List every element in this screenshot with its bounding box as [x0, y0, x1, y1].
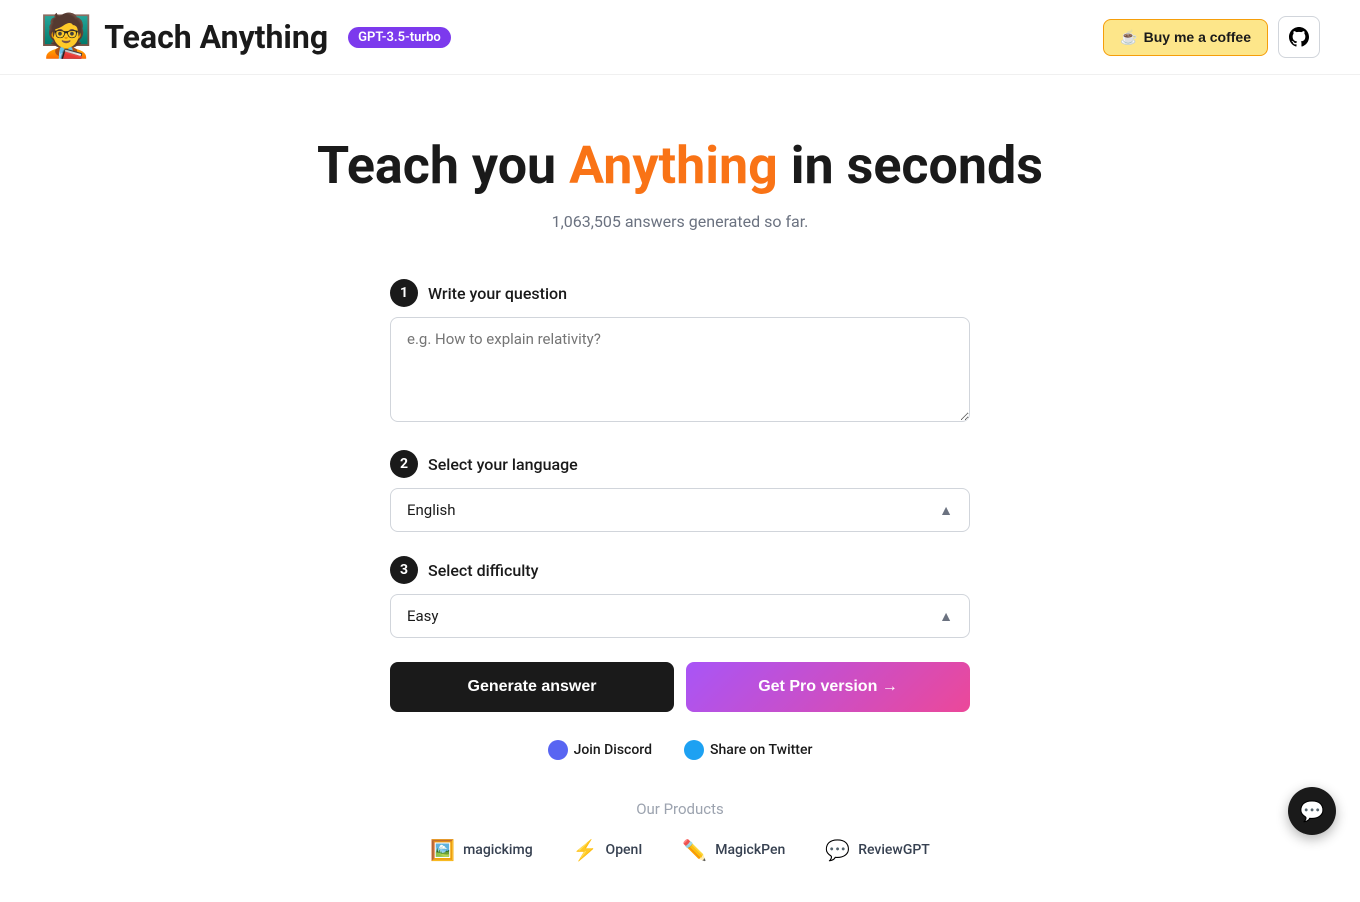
chevron-up-icon-2: ▲	[939, 608, 953, 625]
logo-emoji: 🧑‍🏫	[40, 16, 92, 58]
product-openl[interactable]: ⚡ OpenI	[573, 838, 643, 862]
discord-link[interactable]: Join Discord	[548, 740, 652, 760]
chevron-up-icon: ▲	[939, 502, 953, 519]
step1-number: 1	[390, 279, 418, 307]
step2: 2 Select your language English ▲	[390, 450, 970, 532]
difficulty-value: Easy	[407, 607, 439, 625]
discord-label: Join Discord	[574, 742, 652, 758]
subtitle: 1,063,505 answers generated so far.	[552, 212, 809, 231]
magickpen-emoji: ✏️	[682, 838, 707, 862]
openl-emoji: ⚡	[573, 838, 598, 862]
header-left: 🧑‍🏫 Teach Anything GPT-3.5-turbo	[40, 16, 451, 58]
product-magickpen[interactable]: ✏️ MagickPen	[682, 838, 785, 862]
chat-bubble[interactable]: 💬	[1288, 787, 1336, 835]
github-icon	[1289, 27, 1309, 47]
reviewgpt-label: ReviewGPT	[858, 842, 930, 858]
language-select-wrapper: English ▲	[390, 488, 970, 532]
reviewgpt-emoji: 💬	[825, 838, 850, 862]
step2-text: Select your language	[428, 455, 578, 474]
twitter-label: Share on Twitter	[710, 742, 812, 758]
step3-label: 3 Select difficulty	[390, 556, 970, 584]
difficulty-select[interactable]: Easy ▲	[390, 594, 970, 638]
step3-text: Select difficulty	[428, 561, 538, 580]
form-container: 1 Write your question 2 Select your lang…	[390, 279, 970, 862]
question-input[interactable]	[390, 317, 970, 422]
discord-icon	[548, 740, 568, 760]
magickpen-label: MagickPen	[715, 842, 785, 858]
social-links: Join Discord Share on Twitter	[390, 740, 970, 760]
openl-label: OpenI	[606, 842, 643, 858]
gpt-badge: GPT-3.5-turbo	[348, 27, 451, 48]
app-title: Teach Anything	[104, 18, 328, 56]
twitter-icon	[684, 740, 704, 760]
pro-version-button[interactable]: Get Pro version →	[686, 662, 970, 712]
buttons-row: Generate answer Get Pro version →	[390, 662, 970, 712]
product-reviewgpt[interactable]: 💬 ReviewGPT	[825, 838, 930, 862]
products-row: 🖼️ magickimg ⚡ OpenI ✏️ MagickPen 💬 Revi…	[390, 838, 970, 862]
language-select[interactable]: English ▲	[390, 488, 970, 532]
language-value: English	[407, 501, 456, 519]
header: 🧑‍🏫 Teach Anything GPT-3.5-turbo ☕ Buy m…	[0, 0, 1360, 75]
product-magickimg[interactable]: 🖼️ magickimg	[430, 838, 532, 862]
buy-coffee-button[interactable]: ☕ Buy me a coffee	[1103, 19, 1268, 56]
github-button[interactable]	[1278, 16, 1320, 58]
chat-bubble-icon: 💬	[1300, 799, 1325, 823]
hero-title-part1: Teach you	[317, 135, 569, 196]
step1: 1 Write your question	[390, 279, 970, 426]
step2-label: 2 Select your language	[390, 450, 970, 478]
hero-title-part2: in seconds	[778, 135, 1043, 196]
hero-title: Teach you Anything in seconds	[317, 135, 1043, 196]
step2-number: 2	[390, 450, 418, 478]
hero-title-highlight: Anything	[569, 135, 778, 196]
step1-label: 1 Write your question	[390, 279, 970, 307]
twitter-link[interactable]: Share on Twitter	[684, 740, 812, 760]
magickimg-label: magickimg	[463, 842, 533, 858]
step3: 3 Select difficulty Easy ▲	[390, 556, 970, 638]
difficulty-select-wrapper: Easy ▲	[390, 594, 970, 638]
step3-number: 3	[390, 556, 418, 584]
main-content: Teach you Anything in seconds 1,063,505 …	[0, 75, 1360, 902]
step1-text: Write your question	[428, 284, 567, 303]
our-products-label: Our Products	[390, 800, 970, 818]
generate-button[interactable]: Generate answer	[390, 662, 674, 712]
header-right: ☕ Buy me a coffee	[1103, 16, 1320, 58]
magickimg-emoji: 🖼️	[430, 838, 455, 862]
